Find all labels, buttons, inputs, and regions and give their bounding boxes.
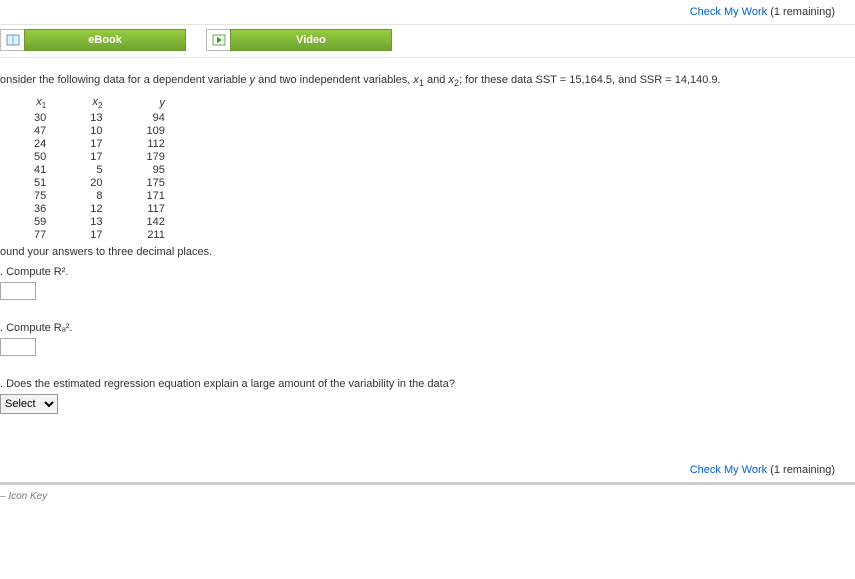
ebook-button[interactable]: eBook	[24, 29, 186, 51]
answer-input-ra2[interactable]	[0, 338, 36, 356]
question-b: . Compute Rₐ².	[0, 322, 855, 356]
ebook-icon	[0, 29, 24, 51]
question-a: . Compute R².	[0, 266, 855, 300]
table-cell: 30	[12, 112, 68, 125]
table-cell: 20	[68, 177, 124, 190]
table-row: 41595	[12, 164, 187, 177]
question-c: . Does the estimated regression equation…	[0, 378, 855, 414]
table-row: 301394	[12, 112, 187, 125]
table-cell: 95	[125, 164, 187, 177]
table-cell: 175	[125, 177, 187, 190]
answer-select-variability[interactable]: Select	[0, 394, 58, 414]
rounding-note: ound your answers to three decimal place…	[0, 246, 855, 258]
table-cell: 47	[12, 125, 68, 138]
table-cell: 179	[125, 151, 187, 164]
remaining-top: (1 remaining)	[770, 6, 835, 18]
table-cell: 117	[125, 203, 187, 216]
col-header-x2: x2	[68, 96, 124, 112]
answer-input-r2[interactable]	[0, 282, 36, 300]
table-cell: 94	[125, 112, 187, 125]
table-cell: 17	[68, 138, 124, 151]
table-cell: 51	[12, 177, 68, 190]
icon-key-footer: – Icon Key	[0, 485, 855, 502]
footer-check-row: Check My Work (1 remaining)	[0, 454, 855, 485]
header-check-row: Check My Work (1 remaining)	[0, 0, 855, 24]
table-cell: 211	[125, 229, 187, 242]
table-cell: 59	[12, 216, 68, 229]
table-cell: 75	[12, 190, 68, 203]
table-cell: 5	[68, 164, 124, 177]
table-cell: 36	[12, 203, 68, 216]
table-cell: 12	[68, 203, 124, 216]
ebook-button-group[interactable]: eBook	[0, 29, 186, 51]
intro-post: ; for these data SST = 15,164.5, and SSR…	[459, 74, 721, 86]
question-a-label: . Compute R².	[0, 266, 855, 278]
table-cell: 171	[125, 190, 187, 203]
table-cell: 24	[12, 138, 68, 151]
table-row: 7717211	[12, 229, 187, 242]
table-header-row: x1 x2 y	[12, 96, 187, 112]
table-row: 2417112	[12, 138, 187, 151]
table-cell: 142	[125, 216, 187, 229]
question-c-label: . Does the estimated regression equation…	[0, 378, 855, 390]
table-cell: 13	[68, 216, 124, 229]
table-cell: 17	[68, 229, 124, 242]
col-header-y: y	[125, 96, 187, 112]
intro-prefix: onsider the following data for a depende…	[0, 74, 250, 86]
table-row: 5120175	[12, 177, 187, 190]
table-row: 3612117	[12, 203, 187, 216]
resource-button-row: eBook Video	[0, 24, 855, 58]
problem-intro: onsider the following data for a depende…	[0, 74, 855, 88]
table-cell: 77	[12, 229, 68, 242]
data-table: x1 x2 y 30139447101092417112501717941595…	[12, 96, 187, 242]
intro-mid: and two independent variables,	[255, 74, 413, 86]
table-row: 5913142	[12, 216, 187, 229]
check-my-work-link-bottom[interactable]: Check My Work	[690, 464, 767, 476]
table-cell: 10	[68, 125, 124, 138]
video-icon	[206, 29, 230, 51]
video-button-group[interactable]: Video	[206, 29, 392, 51]
question-b-label: . Compute Rₐ².	[0, 322, 855, 334]
remaining-bottom: (1 remaining)	[770, 464, 835, 476]
problem-content: onsider the following data for a depende…	[0, 58, 855, 444]
table-cell: 13	[68, 112, 124, 125]
col-header-x1: x1	[12, 96, 68, 112]
table-cell: 8	[68, 190, 124, 203]
table-cell: 50	[12, 151, 68, 164]
table-cell: 17	[68, 151, 124, 164]
table-cell: 112	[125, 138, 187, 151]
video-button[interactable]: Video	[230, 29, 392, 51]
table-row: 4710109	[12, 125, 187, 138]
table-row: 5017179	[12, 151, 187, 164]
table-cell: 41	[12, 164, 68, 177]
table-row: 758171	[12, 190, 187, 203]
icon-key-label: Icon Key	[8, 491, 47, 502]
table-cell: 109	[125, 125, 187, 138]
check-my-work-link-top[interactable]: Check My Work	[690, 6, 767, 18]
